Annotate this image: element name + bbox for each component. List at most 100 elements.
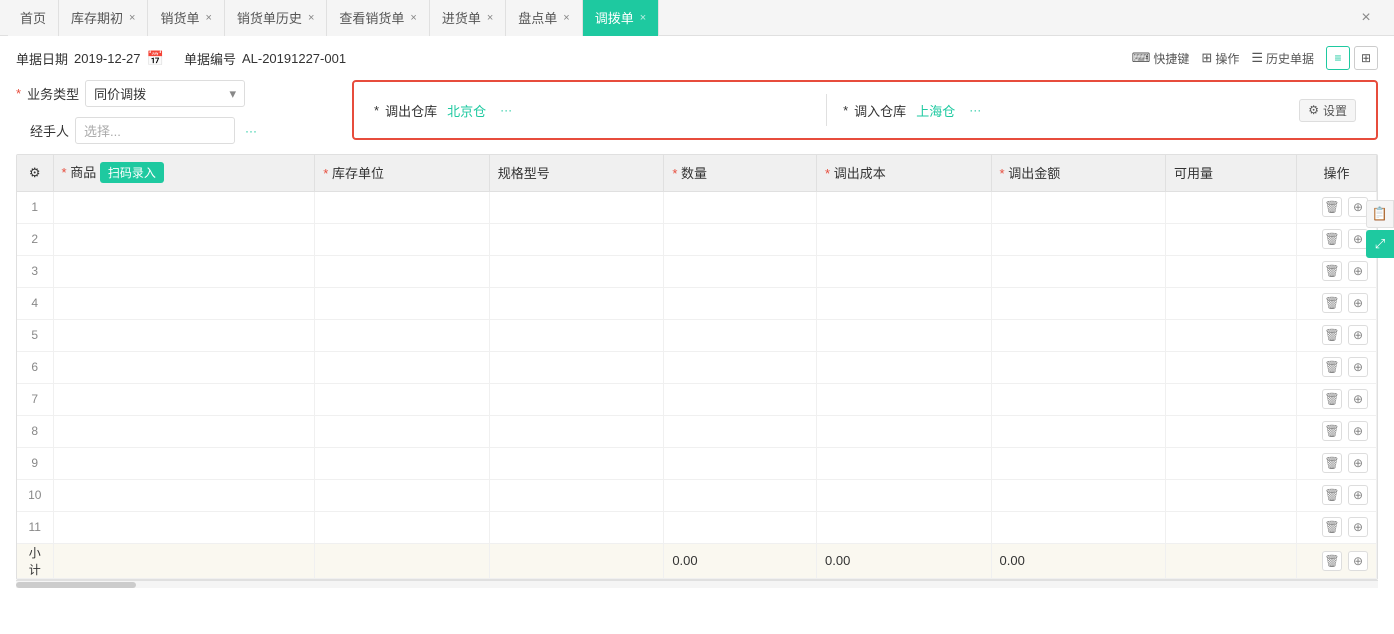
row-product-10[interactable] <box>53 479 315 511</box>
close-all-tabs-button[interactable]: × <box>1354 6 1378 30</box>
row-available-3[interactable] <box>1166 255 1297 287</box>
copy-row-7-icon[interactable]: ⊕ <box>1348 389 1368 409</box>
row-product-6[interactable] <box>53 351 315 383</box>
delete-row-9-icon[interactable]: 🗑 <box>1322 453 1342 473</box>
row-available-9[interactable] <box>1166 447 1297 479</box>
row-unit-6[interactable] <box>315 351 490 383</box>
tab-inventory-check[interactable]: 盘点单 × <box>506 0 582 36</box>
tab-purchase-order[interactable]: 进货单 × <box>430 0 506 36</box>
row-cost-10[interactable] <box>817 479 992 511</box>
delete-row-5-icon[interactable]: 🗑 <box>1322 325 1342 345</box>
copy-row-8-icon[interactable]: ⊕ <box>1348 421 1368 441</box>
row-qty-7[interactable] <box>664 383 817 415</box>
row-available-6[interactable] <box>1166 351 1297 383</box>
row-cost-2[interactable] <box>817 223 992 255</box>
right-expand-button[interactable]: ⤢ <box>1366 230 1394 258</box>
row-amount-2[interactable] <box>991 223 1166 255</box>
row-amount-11[interactable] <box>991 511 1166 543</box>
delete-row-6-icon[interactable]: 🗑 <box>1322 357 1342 377</box>
row-qty-2[interactable] <box>664 223 817 255</box>
tab-home[interactable]: 首页 <box>8 0 59 36</box>
copy-row-3-icon[interactable]: ⊕ <box>1348 261 1368 281</box>
row-available-11[interactable] <box>1166 511 1297 543</box>
grid-view-button[interactable]: ⊞ <box>1354 46 1378 70</box>
subtotal-copy-icon[interactable]: ⊕ <box>1348 551 1368 571</box>
delete-row-8-icon[interactable]: 🗑 <box>1322 421 1342 441</box>
calendar-icon[interactable]: 📅 <box>147 50 164 67</box>
scan-entry-button[interactable]: 扫码录入 <box>100 162 164 183</box>
row-available-7[interactable] <box>1166 383 1297 415</box>
row-available-1[interactable] <box>1166 191 1297 223</box>
row-cost-7[interactable] <box>817 383 992 415</box>
delete-row-2-icon[interactable]: 🗑 <box>1322 229 1342 249</box>
business-type-dropdown[interactable]: 同价调拨 ▾ <box>85 80 245 107</box>
subtotal-delete-icon[interactable]: 🗑 <box>1322 551 1342 571</box>
delete-row-4-icon[interactable]: 🗑 <box>1322 293 1342 313</box>
tab-view-sales[interactable]: 查看销货单 × <box>327 0 429 36</box>
tab-sales-order[interactable]: 销货单 × <box>148 0 224 36</box>
copy-row-5-icon[interactable]: ⊕ <box>1348 325 1368 345</box>
history-button[interactable]: ☰ 历史单据 <box>1251 50 1314 67</box>
row-qty-1[interactable] <box>664 191 817 223</box>
row-amount-4[interactable] <box>991 287 1166 319</box>
row-amount-7[interactable] <box>991 383 1166 415</box>
row-amount-10[interactable] <box>991 479 1166 511</box>
tab-close-inventory-init[interactable]: × <box>129 12 135 24</box>
delete-row-10-icon[interactable]: 🗑 <box>1322 485 1342 505</box>
row-unit-9[interactable] <box>315 447 490 479</box>
th-settings[interactable]: ⚙ <box>17 155 53 191</box>
row-amount-1[interactable] <box>991 191 1166 223</box>
row-unit-2[interactable] <box>315 223 490 255</box>
row-qty-4[interactable] <box>664 287 817 319</box>
row-spec-4[interactable] <box>489 287 664 319</box>
row-unit-8[interactable] <box>315 415 490 447</box>
tab-close-inventory-check[interactable]: × <box>563 12 569 24</box>
row-amount-6[interactable] <box>991 351 1166 383</box>
row-cost-5[interactable] <box>817 319 992 351</box>
handler-more-icon[interactable]: ··· <box>245 124 257 138</box>
out-warehouse-more-icon[interactable]: ··· <box>500 103 512 117</box>
in-warehouse-more-icon[interactable]: ··· <box>969 103 981 117</box>
row-product-7[interactable] <box>53 383 315 415</box>
list-view-button[interactable]: ≡ <box>1326 46 1350 70</box>
row-product-8[interactable] <box>53 415 315 447</box>
tab-inventory-init[interactable]: 库存期初 × <box>59 0 148 36</box>
tab-close-transfer[interactable]: × <box>640 12 646 24</box>
row-available-5[interactable] <box>1166 319 1297 351</box>
row-unit-4[interactable] <box>315 287 490 319</box>
row-cost-1[interactable] <box>817 191 992 223</box>
row-amount-8[interactable] <box>991 415 1166 447</box>
row-qty-8[interactable] <box>664 415 817 447</box>
row-amount-3[interactable] <box>991 255 1166 287</box>
row-spec-8[interactable] <box>489 415 664 447</box>
row-available-10[interactable] <box>1166 479 1297 511</box>
row-product-11[interactable] <box>53 511 315 543</box>
row-spec-10[interactable] <box>489 479 664 511</box>
delete-row-3-icon[interactable]: 🗑 <box>1322 261 1342 281</box>
row-spec-9[interactable] <box>489 447 664 479</box>
row-cost-4[interactable] <box>817 287 992 319</box>
row-available-4[interactable] <box>1166 287 1297 319</box>
row-unit-5[interactable] <box>315 319 490 351</box>
row-cost-8[interactable] <box>817 415 992 447</box>
row-cost-3[interactable] <box>817 255 992 287</box>
tab-close-view-sales[interactable]: × <box>410 12 416 24</box>
copy-row-10-icon[interactable]: ⊕ <box>1348 485 1368 505</box>
tab-sales-history[interactable]: 销货单历史 × <box>225 0 327 36</box>
horizontal-scrollbar[interactable] <box>16 580 1378 588</box>
row-spec-1[interactable] <box>489 191 664 223</box>
row-qty-10[interactable] <box>664 479 817 511</box>
row-product-5[interactable] <box>53 319 315 351</box>
row-spec-5[interactable] <box>489 319 664 351</box>
delete-row-1-icon[interactable]: 🗑 <box>1322 197 1342 217</box>
tab-close-sales-history[interactable]: × <box>308 12 314 24</box>
row-spec-3[interactable] <box>489 255 664 287</box>
row-unit-10[interactable] <box>315 479 490 511</box>
row-qty-11[interactable] <box>664 511 817 543</box>
row-unit-3[interactable] <box>315 255 490 287</box>
delete-row-11-icon[interactable]: 🗑 <box>1322 517 1342 537</box>
row-spec-2[interactable] <box>489 223 664 255</box>
row-qty-3[interactable] <box>664 255 817 287</box>
copy-row-4-icon[interactable]: ⊕ <box>1348 293 1368 313</box>
row-amount-5[interactable] <box>991 319 1166 351</box>
